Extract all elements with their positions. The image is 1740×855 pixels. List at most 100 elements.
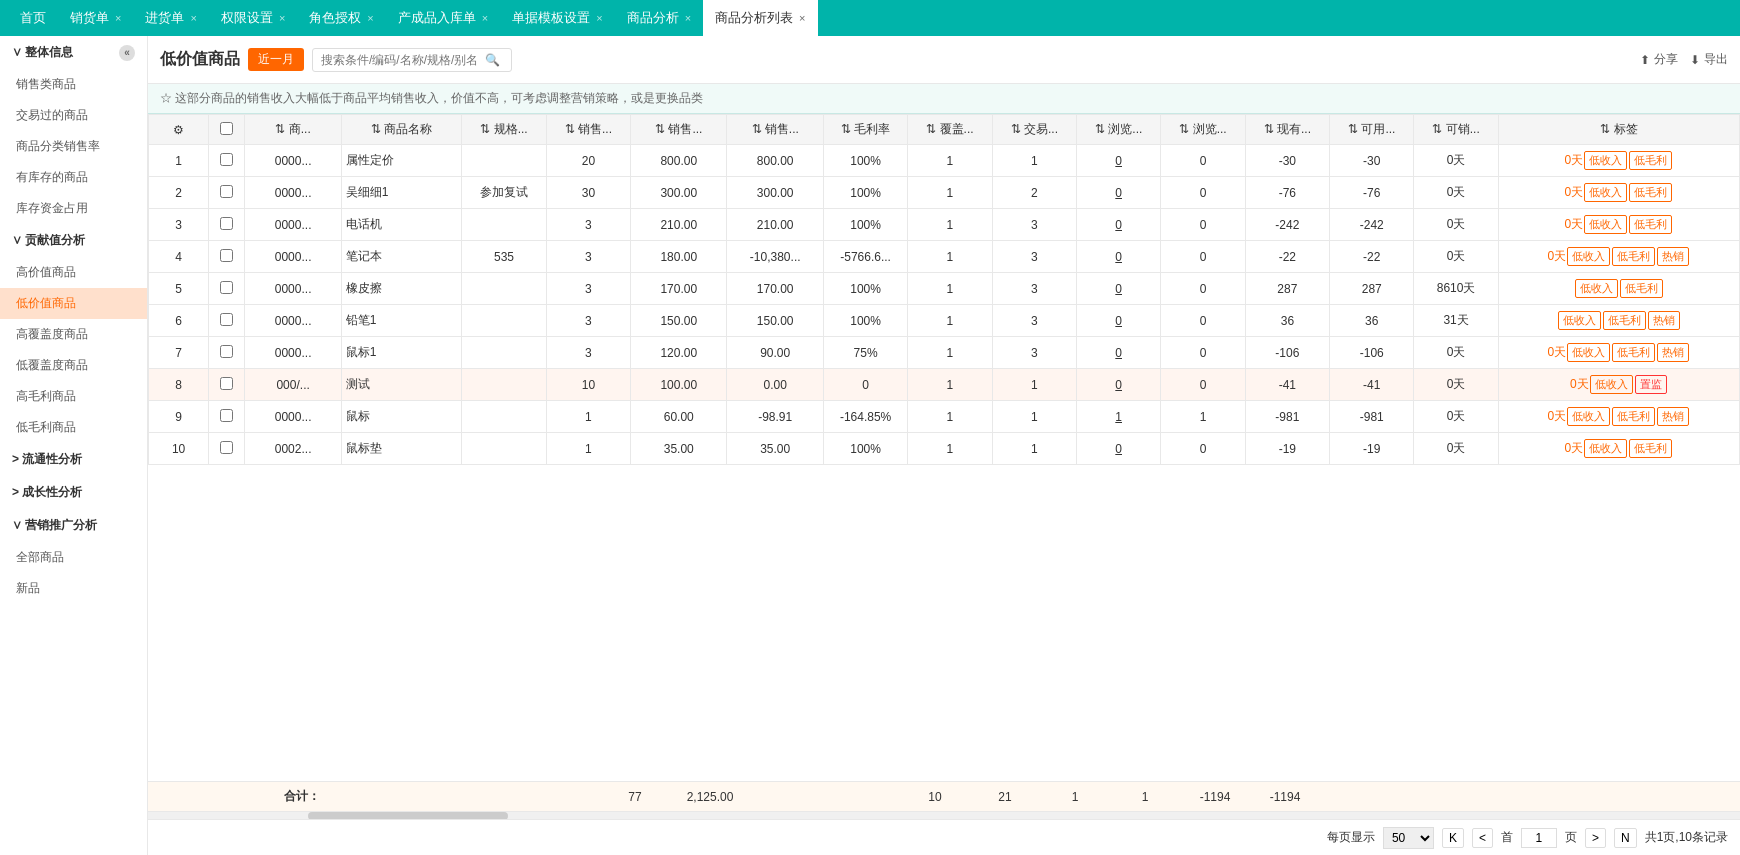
sidebar-item-inventory-capital[interactable]: 库存资金占用 — [0, 193, 147, 224]
sidebar-item-low-margin[interactable]: 低毛利商品 — [0, 412, 147, 443]
sidebar-group-growth[interactable]: > 成长性分析 — [0, 476, 147, 509]
col-view1[interactable]: ⇅ 浏览... — [1076, 115, 1160, 145]
sidebar-item-high-coverage[interactable]: 高覆盖度商品 — [0, 319, 147, 350]
row-checkbox[interactable] — [209, 209, 245, 241]
row-trade: 1 — [992, 369, 1076, 401]
close-icon[interactable]: × — [596, 12, 602, 24]
table-row[interactable]: 10 0002... 鼠标垫 1 35.00 35.00 100% 1 1 0 … — [149, 433, 1740, 465]
row-checkbox[interactable] — [209, 369, 245, 401]
last-page-button[interactable]: N — [1614, 828, 1637, 848]
row-view1[interactable]: 0 — [1076, 433, 1160, 465]
sidebar-item-sales-products[interactable]: 销售类商品 — [0, 69, 147, 100]
close-icon[interactable]: × — [115, 12, 121, 24]
col-view2[interactable]: ⇅ 浏览... — [1161, 115, 1245, 145]
filter-button[interactable]: 近一月 — [248, 48, 304, 71]
table-row[interactable]: 7 0000... 鼠标1 3 120.00 90.00 75% 1 3 0 0… — [149, 337, 1740, 369]
row-view1[interactable]: 0 — [1076, 241, 1160, 273]
sidebar-group-marketing[interactable]: ∨ 营销推广分析 — [0, 509, 147, 542]
row-checkbox[interactable] — [209, 241, 245, 273]
row-view1[interactable]: 0 — [1076, 337, 1160, 369]
table-row[interactable]: 4 0000... 笔记本 535 3 180.00 -10,380... -5… — [149, 241, 1740, 273]
row-view1[interactable]: 0 — [1076, 273, 1160, 305]
table-container[interactable]: ⚙ ⇅ 商... ⇅ 商品名称 ⇅ 规格... ⇅ 销售... ⇅ 销售... … — [148, 114, 1740, 781]
nav-product-analysis-list[interactable]: 商品分析列表 × — [703, 0, 817, 36]
scrollbar-track[interactable] — [148, 811, 1740, 819]
row-sales3: 90.00 — [727, 337, 823, 369]
col-sellable[interactable]: ⇅ 可销... — [1414, 115, 1498, 145]
col-tags[interactable]: ⇅ 标签 — [1498, 115, 1739, 145]
row-checkbox[interactable] — [209, 337, 245, 369]
search-icon[interactable]: 🔍 — [485, 53, 500, 67]
col-current[interactable]: ⇅ 现有... — [1245, 115, 1329, 145]
col-trade[interactable]: ⇅ 交易... — [992, 115, 1076, 145]
col-sales2[interactable]: ⇅ 销售... — [631, 115, 727, 145]
row-view1[interactable]: 0 — [1076, 209, 1160, 241]
close-icon[interactable]: × — [685, 12, 691, 24]
table-row[interactable]: 3 0000... 电话机 3 210.00 210.00 100% 1 3 0… — [149, 209, 1740, 241]
close-icon[interactable]: × — [367, 12, 373, 24]
table-row[interactable]: 9 0000... 鼠标 1 60.00 -98.91 -164.85% 1 1… — [149, 401, 1740, 433]
first-page-button[interactable]: K — [1442, 828, 1464, 848]
table-row[interactable]: 6 0000... 铅笔1 3 150.00 150.00 100% 1 3 0… — [149, 305, 1740, 337]
sidebar-item-category-sales-rate[interactable]: 商品分类销售率 — [0, 131, 147, 162]
row-checkbox[interactable] — [209, 273, 245, 305]
per-page-select[interactable]: 50 100 — [1383, 827, 1434, 849]
prev-page-button[interactable]: < — [1472, 828, 1493, 848]
col-coverage[interactable]: ⇅ 覆盖... — [908, 115, 992, 145]
next-page-button[interactable]: > — [1585, 828, 1606, 848]
sidebar-item-inventory-products[interactable]: 有库存的商品 — [0, 162, 147, 193]
row-view1[interactable]: 1 — [1076, 401, 1160, 433]
nav-product-analysis[interactable]: 商品分析 × — [615, 0, 703, 36]
table-row[interactable]: 8 000/... 测试 10 100.00 0.00 0 1 1 0 0 -4… — [149, 369, 1740, 401]
col-spec[interactable]: ⇅ 规格... — [462, 115, 546, 145]
tag: 低收入 — [1590, 375, 1633, 394]
row-checkbox[interactable] — [209, 401, 245, 433]
sidebar-group-overall[interactable]: ∨ 整体信息 « — [0, 36, 147, 69]
nav-template-settings[interactable]: 单据模板设置 × — [500, 0, 614, 36]
table-row[interactable]: 5 0000... 橡皮擦 3 170.00 170.00 100% 1 3 0… — [149, 273, 1740, 305]
row-checkbox[interactable] — [209, 305, 245, 337]
col-settings[interactable]: ⚙ — [149, 115, 209, 145]
table-row[interactable]: 1 0000... 属性定价 20 800.00 800.00 100% 1 1… — [149, 145, 1740, 177]
table-row[interactable]: 2 0000... 吴细细1 参加复试 30 300.00 300.00 100… — [149, 177, 1740, 209]
row-checkbox[interactable] — [209, 433, 245, 465]
row-view1[interactable]: 0 — [1076, 145, 1160, 177]
row-view1[interactable]: 0 — [1076, 177, 1160, 209]
col-code[interactable]: ⇅ 商... — [245, 115, 341, 145]
close-icon[interactable]: × — [799, 12, 805, 24]
sidebar-item-high-value[interactable]: 高价值商品 — [0, 257, 147, 288]
col-name[interactable]: ⇅ 商品名称 — [341, 115, 462, 145]
search-input[interactable] — [321, 53, 481, 67]
nav-role-auth[interactable]: 角色授权 × — [297, 0, 385, 36]
col-sales3[interactable]: ⇅ 销售... — [727, 115, 823, 145]
sidebar-item-low-coverage[interactable]: 低覆盖度商品 — [0, 350, 147, 381]
sidebar-group-circulation[interactable]: > 流通性分析 — [0, 443, 147, 476]
nav-purchase-order[interactable]: 进货单 × — [133, 0, 208, 36]
share-button[interactable]: ⬆ 分享 — [1640, 51, 1678, 68]
close-icon[interactable]: × — [279, 12, 285, 24]
nav-permissions[interactable]: 权限设置 × — [209, 0, 297, 36]
row-checkbox[interactable] — [209, 145, 245, 177]
nav-product-inbound[interactable]: 产成品入库单 × — [386, 0, 500, 36]
close-icon[interactable]: × — [190, 12, 196, 24]
sidebar-item-all-products[interactable]: 全部商品 — [0, 542, 147, 573]
export-button[interactable]: ⬇ 导出 — [1690, 51, 1728, 68]
row-view1[interactable]: 0 — [1076, 369, 1160, 401]
row-checkbox[interactable] — [209, 177, 245, 209]
page-input[interactable] — [1521, 828, 1557, 848]
col-sales1[interactable]: ⇅ 销售... — [546, 115, 630, 145]
row-view1[interactable]: 0 — [1076, 305, 1160, 337]
sidebar-item-new-products[interactable]: 新品 — [0, 573, 147, 604]
sidebar-item-low-value[interactable]: 低价值商品 — [0, 288, 147, 319]
nav-sales-order[interactable]: 销货单 × — [58, 0, 133, 36]
nav-home[interactable]: 首页 — [8, 0, 58, 36]
sidebar-item-traded-products[interactable]: 交易过的商品 — [0, 100, 147, 131]
sidebar-group-contribution[interactable]: ∨ 贡献值分析 — [0, 224, 147, 257]
col-available[interactable]: ⇅ 可用... — [1330, 115, 1414, 145]
col-margin[interactable]: ⇅ 毛利率 — [823, 115, 907, 145]
sidebar-item-high-margin[interactable]: 高毛利商品 — [0, 381, 147, 412]
collapse-button[interactable]: « — [119, 45, 135, 61]
close-icon[interactable]: × — [482, 12, 488, 24]
col-checkbox[interactable] — [209, 115, 245, 145]
search-box[interactable]: 🔍 — [312, 48, 512, 72]
